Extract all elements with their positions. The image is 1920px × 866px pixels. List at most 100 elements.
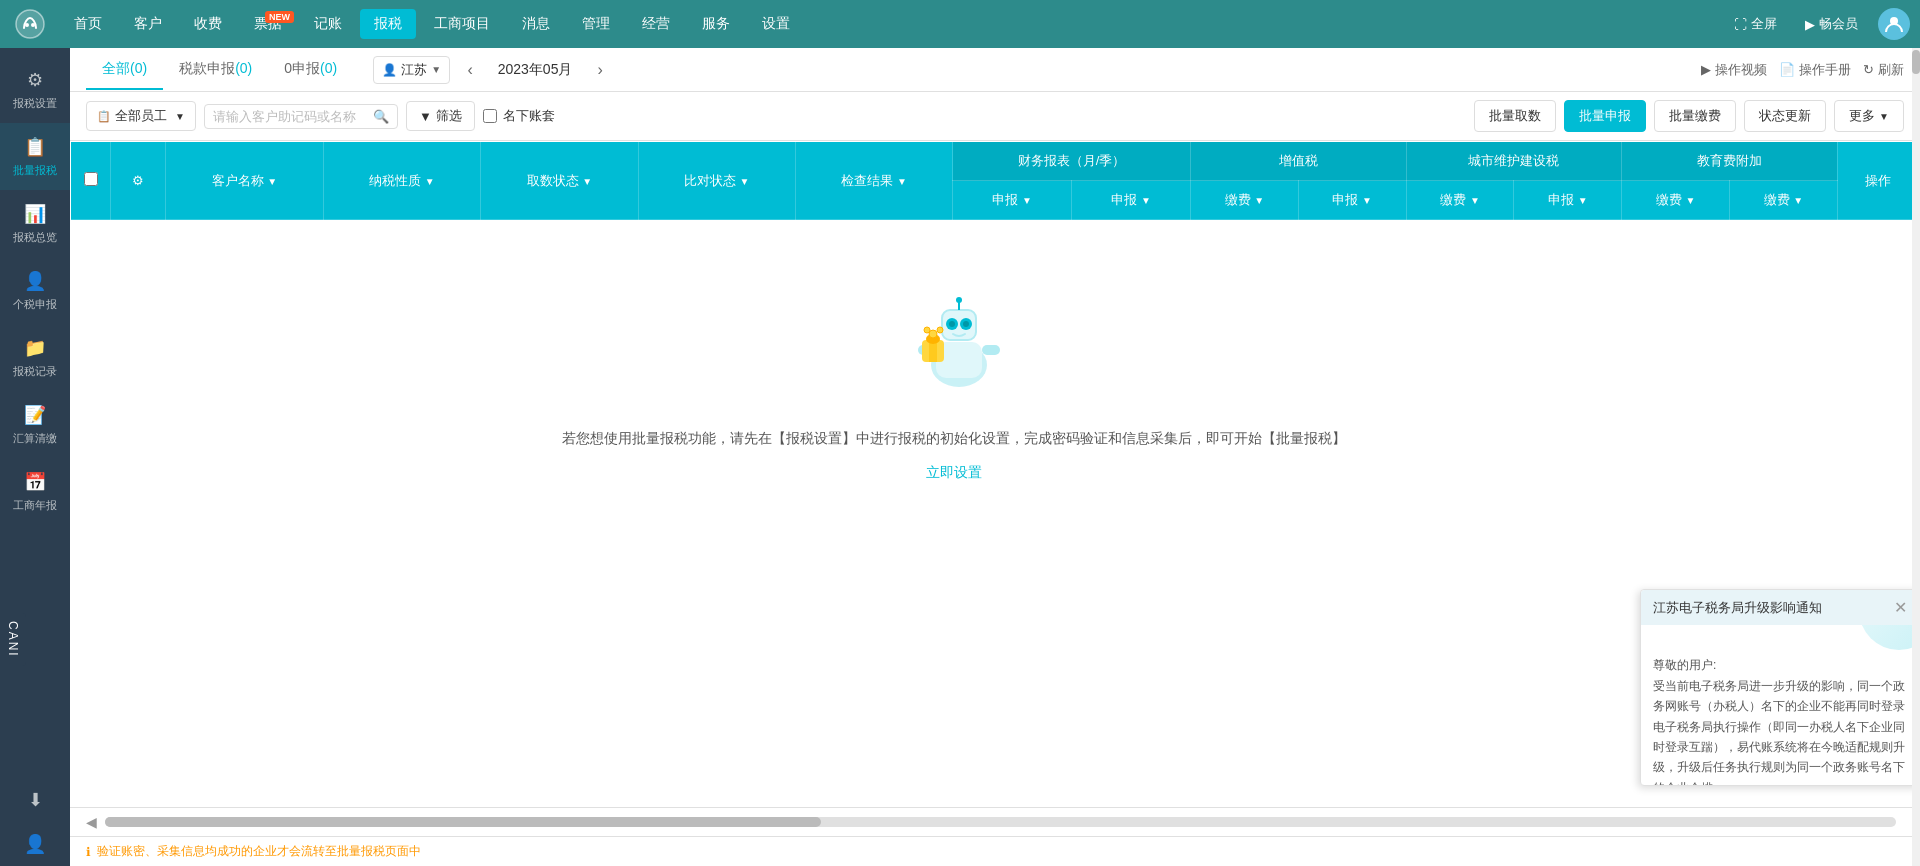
nav-settings[interactable]: 设置 bbox=[748, 9, 804, 39]
col-client-name: 客户名称 ▼ bbox=[166, 142, 323, 220]
nav-customer[interactable]: 客户 bbox=[120, 9, 176, 39]
toolbar-right-actions: 批量取数 批量申报 批量缴费 状态更新 更多 ▼ bbox=[1474, 100, 1904, 132]
scroll-track[interactable] bbox=[105, 817, 1896, 827]
sidebar-item-tax-settings[interactable]: ⚙ 报税设置 bbox=[0, 56, 70, 123]
tab-tax-filing-label: 税款申报 bbox=[179, 60, 235, 76]
col-city-construction: 城市维护建设税 bbox=[1406, 142, 1622, 181]
operation-video-link[interactable]: ▶ 操作视频 bbox=[1701, 61, 1767, 79]
notification-body-text: 尊敬的用户: 受当前电子税务局进一步升级的影响，同一个政务网账号（办税人）名下的… bbox=[1653, 658, 1905, 785]
data-table: ⚙ 客户名称 ▼ 纳税性质 ▼ 取数状态 ▼ 比对状态 ▼ 检查结果 ▼ 财务报… bbox=[70, 141, 1920, 542]
search-input[interactable] bbox=[213, 109, 373, 124]
nav-manage[interactable]: 管理 bbox=[568, 9, 624, 39]
batch-pay-button[interactable]: 批量缴费 bbox=[1654, 100, 1736, 132]
tab-zero-filing[interactable]: 0申报(0) bbox=[268, 50, 353, 90]
sidebar-item-settlement[interactable]: 📝 汇算清缴 bbox=[0, 391, 70, 458]
sidebar-item-tax-records[interactable]: 📁 报税记录 bbox=[0, 324, 70, 391]
sidebar-bottom: ⬇ 👤 bbox=[0, 778, 70, 866]
filter-icon: ▼ bbox=[419, 109, 432, 124]
col-check-result: 检查结果 ▼ bbox=[795, 142, 952, 220]
scroll-left-arrow[interactable]: ◀ bbox=[86, 814, 97, 830]
status-update-button[interactable]: 状态更新 bbox=[1744, 100, 1826, 132]
toolbar: 📋 全部员工 ▼ 🔍 ▼ 筛选 名下账套 批量取数 批量申报 批量缴费 状态更新 bbox=[70, 92, 1920, 141]
refresh-icon: ↻ bbox=[1863, 62, 1874, 77]
sidebar-item-batch-tax-label: 批量报税 bbox=[13, 163, 57, 178]
name-account-checkbox[interactable] bbox=[483, 109, 497, 123]
notification-header: 江苏电子税务局升级影响通知 ✕ bbox=[1641, 590, 1919, 625]
more-button[interactable]: 更多 ▼ bbox=[1834, 100, 1904, 132]
warning-icon: ℹ bbox=[86, 845, 91, 859]
tax-summary-icon: 📊 bbox=[23, 202, 47, 226]
sidebar-item-tax-summary-label: 报税总览 bbox=[13, 230, 57, 245]
more-chevron-icon: ▼ bbox=[1879, 111, 1889, 122]
empty-state: 若您想使用批量报税功能，请先在【报税设置】中进行报税的初始化设置，完成密码验证和… bbox=[71, 220, 1838, 542]
horizontal-scrollbar: ◀ bbox=[70, 807, 1920, 836]
notification-close-button[interactable]: ✕ bbox=[1894, 598, 1907, 617]
top-nav-right: ⛶ 全屏 ▶ 畅会员 bbox=[1726, 8, 1910, 40]
employee-select[interactable]: 📋 全部员工 ▼ bbox=[86, 101, 196, 131]
date-navigation: ‹ 2023年05月 › bbox=[458, 58, 612, 82]
fullscreen-button[interactable]: ⛶ 全屏 bbox=[1726, 11, 1785, 37]
sidebar-item-tax-summary[interactable]: 📊 报税总览 bbox=[0, 190, 70, 257]
manual-icon: 📄 bbox=[1779, 62, 1795, 77]
refresh-button[interactable]: ↻ 刷新 bbox=[1863, 61, 1904, 79]
sidebar-item-user[interactable]: 👤 bbox=[0, 822, 70, 866]
sidebar-item-personal-tax[interactable]: 👤 个税申报 bbox=[0, 257, 70, 324]
tab-all[interactable]: 全部(0) bbox=[86, 50, 163, 90]
nav-home[interactable]: 首页 bbox=[60, 9, 116, 39]
sidebar-item-settlement-label: 汇算清缴 bbox=[13, 431, 57, 446]
nav-operate[interactable]: 经营 bbox=[628, 9, 684, 39]
sidebar-item-annual-report-label: 工商年报 bbox=[13, 498, 57, 513]
search-wrap[interactable]: 🔍 bbox=[204, 104, 398, 129]
page-scrollbar[interactable] bbox=[1912, 48, 1920, 866]
nav-tax[interactable]: 报税 bbox=[360, 9, 416, 39]
tab-tax-filing[interactable]: 税款申报(0) bbox=[163, 50, 268, 90]
cani-badge[interactable]: CANI bbox=[0, 613, 26, 666]
batch-file-button[interactable]: 批量申报 bbox=[1564, 100, 1646, 132]
nav-invoice[interactable]: 票据 NEW bbox=[240, 9, 296, 39]
prev-month-button[interactable]: ‹ bbox=[458, 58, 482, 82]
select-all-checkbox[interactable] bbox=[84, 172, 98, 186]
refresh-label: 刷新 bbox=[1878, 61, 1904, 79]
col-vat-file: 缴费 ▼ bbox=[1191, 181, 1299, 220]
tab-all-label: 全部 bbox=[102, 60, 130, 76]
user-avatar[interactable] bbox=[1878, 8, 1910, 40]
nav-service[interactable]: 服务 bbox=[688, 9, 744, 39]
nav-accounting[interactable]: 记账 bbox=[300, 9, 356, 39]
app-logo[interactable] bbox=[10, 4, 50, 44]
tab-zero-filing-count: (0) bbox=[320, 60, 337, 76]
batch-fetch-button[interactable]: 批量取数 bbox=[1474, 100, 1556, 132]
sidebar: ⚙ 报税设置 📋 批量报税 📊 报税总览 👤 个税申报 📁 报税记录 📝 汇算清… bbox=[0, 48, 70, 866]
new-badge: NEW bbox=[265, 11, 294, 23]
manual-label: 操作手册 bbox=[1799, 61, 1851, 79]
video-label: 操作视频 bbox=[1715, 61, 1767, 79]
col-vat: 增值税 bbox=[1191, 142, 1407, 181]
next-month-button[interactable]: › bbox=[588, 58, 612, 82]
sidebar-item-tax-records-label: 报税记录 bbox=[13, 364, 57, 379]
col-fr-pay: 申报 ▼ bbox=[1072, 181, 1191, 220]
fullscreen-icon: ⛶ bbox=[1734, 17, 1747, 32]
filter-button[interactable]: ▼ 筛选 bbox=[406, 101, 475, 131]
name-account-check[interactable]: 名下账套 bbox=[483, 107, 555, 125]
sidebar-item-download[interactable]: ⬇ bbox=[0, 778, 70, 822]
personal-tax-icon: 👤 bbox=[23, 269, 47, 293]
nav-fee[interactable]: 收费 bbox=[180, 9, 236, 39]
member-button[interactable]: ▶ 畅会员 bbox=[1797, 11, 1866, 37]
operation-manual-link[interactable]: 📄 操作手册 bbox=[1779, 61, 1851, 79]
page-scroll-thumb[interactable] bbox=[1912, 50, 1920, 74]
setup-link[interactable]: 立即设置 bbox=[926, 464, 982, 482]
scroll-thumb[interactable] bbox=[105, 817, 821, 827]
tab-tax-filing-count: (0) bbox=[235, 60, 252, 76]
nav-business[interactable]: 工商项目 bbox=[420, 9, 504, 39]
svg-point-20 bbox=[924, 327, 930, 333]
nav-message[interactable]: 消息 bbox=[508, 9, 564, 39]
col-tax-nature: 纳税性质 ▼ bbox=[323, 142, 480, 220]
robot-illustration bbox=[894, 280, 1014, 400]
warning-bar: ℹ 验证账密、采集信息均成功的企业才会流转至批量报税页面中 bbox=[70, 836, 1920, 866]
search-icon[interactable]: 🔍 bbox=[373, 109, 389, 124]
sidebar-item-annual-report[interactable]: 📅 工商年报 bbox=[0, 458, 70, 525]
sidebar-item-batch-tax[interactable]: 📋 批量报税 bbox=[0, 123, 70, 190]
fullscreen-label: 全屏 bbox=[1751, 15, 1777, 33]
region-selector[interactable]: 👤 江苏 ▼ bbox=[373, 56, 450, 84]
col-edu-file: 缴费 ▼ bbox=[1622, 181, 1730, 220]
notification-popup: 江苏电子税务局升级影响通知 ✕ 尊敬的用户: 受当前电子税务局进一步升级的影响，… bbox=[1640, 589, 1920, 786]
